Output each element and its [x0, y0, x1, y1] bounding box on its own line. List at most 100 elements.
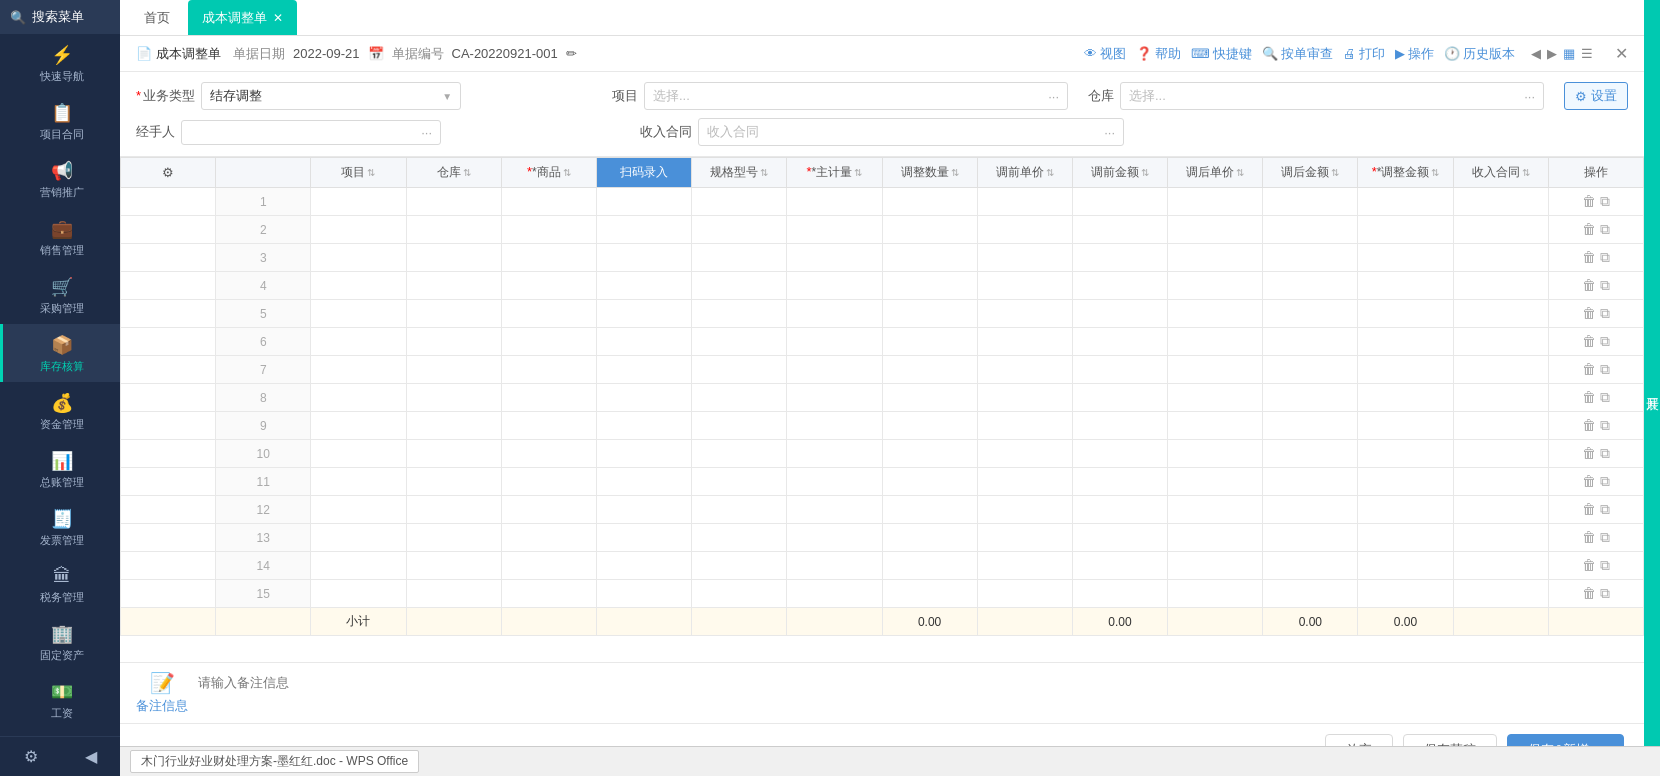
row-delete-5[interactable]: 🗑 — [1582, 305, 1596, 322]
list-icon[interactable]: ☰ — [1581, 46, 1593, 61]
sort-icon-before_amount[interactable]: ⇅ — [1141, 167, 1149, 178]
row-copy-15[interactable]: ⧉ — [1600, 585, 1610, 602]
row-copy-11[interactable]: ⧉ — [1600, 473, 1610, 490]
action-view[interactable]: 👁视图 — [1084, 45, 1126, 63]
row-copy-8[interactable]: ⧉ — [1600, 389, 1610, 406]
action-help[interactable]: ❓帮助 — [1136, 45, 1181, 63]
row-delete-12[interactable]: 🗑 — [1582, 501, 1596, 518]
sort-icon-after_amount[interactable]: ⇅ — [1331, 167, 1339, 178]
row-copy-4[interactable]: ⧉ — [1600, 277, 1610, 294]
sort-icon-qty[interactable]: ⇅ — [951, 167, 959, 178]
sidebar-item-quick-nav[interactable]: ⚡快速导航 — [0, 34, 120, 92]
row-copy-14[interactable]: ⧉ — [1600, 557, 1610, 574]
row-copy-2[interactable]: ⧉ — [1600, 221, 1610, 238]
col-header-adjust_amount[interactable]: **调整金额⇅ — [1358, 158, 1453, 188]
sidebar-item-project-contract[interactable]: 📋项目合同 — [0, 92, 120, 150]
cell-7-operation[interactable]: 🗑⧉ — [1548, 356, 1643, 384]
col-header-unit[interactable]: **主计量⇅ — [787, 158, 882, 188]
sidebar-item-fund-mgmt[interactable]: 💰资金管理 — [0, 382, 120, 440]
sort-icon-adjust_amount[interactable]: ⇅ — [1431, 167, 1439, 178]
cell-9-operation[interactable]: 🗑⧉ — [1548, 412, 1643, 440]
row-delete-3[interactable]: 🗑 — [1582, 249, 1596, 266]
biz-type-input[interactable]: 结存调整 ▼ — [201, 82, 461, 110]
collapse-icon[interactable]: ◀ — [85, 747, 97, 766]
settings-col-icon[interactable]: ⚙ — [162, 165, 174, 180]
row-delete-9[interactable]: 🗑 — [1582, 417, 1596, 434]
remarks-input[interactable] — [198, 671, 1628, 694]
row-delete-1[interactable]: 🗑 — [1582, 193, 1596, 210]
sort-icon-project[interactable]: ⇅ — [367, 167, 375, 178]
sort-icon-spec[interactable]: ⇅ — [760, 167, 768, 178]
row-delete-10[interactable]: 🗑 — [1582, 445, 1596, 462]
row-delete-6[interactable]: 🗑 — [1582, 333, 1596, 350]
sort-icon-before_price[interactable]: ⇅ — [1046, 167, 1054, 178]
row-copy-9[interactable]: ⧉ — [1600, 417, 1610, 434]
row-copy-6[interactable]: ⧉ — [1600, 333, 1610, 350]
nav-next-icon[interactable]: ▶ — [1547, 46, 1557, 61]
cell-4-operation[interactable]: 🗑⧉ — [1548, 272, 1643, 300]
sidebar-item-sales-promo[interactable]: 📢营销推广 — [0, 150, 120, 208]
row-delete-8[interactable]: 🗑 — [1582, 389, 1596, 406]
sort-icon-after_price[interactable]: ⇅ — [1236, 167, 1244, 178]
taskbar-item[interactable]: 木门行业好业财处理方案-墨红红.doc - WPS Office — [130, 750, 419, 773]
row-copy-7[interactable]: ⧉ — [1600, 361, 1610, 378]
col-header-income[interactable]: 收入合同⇅ — [1453, 158, 1548, 188]
col-header-warehouse[interactable]: 仓库⇅ — [406, 158, 501, 188]
row-copy-13[interactable]: ⧉ — [1600, 529, 1610, 546]
cell-2-operation[interactable]: 🗑⧉ — [1548, 216, 1643, 244]
agent-input[interactable]: ··· — [181, 120, 441, 145]
sidebar-item-invoice-mgmt[interactable]: 🧾发票管理 — [0, 498, 120, 556]
close-button[interactable]: ✕ — [1615, 44, 1628, 63]
col-header-row_num[interactable] — [216, 158, 311, 188]
col-header-goods[interactable]: **商品⇅ — [501, 158, 596, 188]
row-delete-15[interactable]: 🗑 — [1582, 585, 1596, 602]
col-header-qty[interactable]: 调整数量⇅ — [882, 158, 977, 188]
sidebar-item-payroll[interactable]: 💵工资 — [0, 671, 120, 729]
right-edge-tab[interactable]: 展开 — [1644, 0, 1660, 776]
tab-home[interactable]: 首页 — [130, 0, 184, 35]
tab-close-cost-adjust[interactable]: ✕ — [273, 11, 283, 25]
row-delete-2[interactable]: 🗑 — [1582, 221, 1596, 238]
sidebar-item-biz-mgmt[interactable]: 📈经营管理 — [0, 729, 120, 736]
sidebar-item-inventory[interactable]: 📦库存核算 — [0, 324, 120, 382]
cell-14-operation[interactable]: 🗑⧉ — [1548, 552, 1643, 580]
row-copy-5[interactable]: ⧉ — [1600, 305, 1610, 322]
sort-icon-unit[interactable]: ⇅ — [854, 167, 862, 178]
action-shortcut[interactable]: ⌨快捷键 — [1191, 45, 1252, 63]
col-header-project[interactable]: 项目⇅ — [311, 158, 406, 188]
cell-10-operation[interactable]: 🗑⧉ — [1548, 440, 1643, 468]
sidebar-item-ledger-mgmt[interactable]: 📊总账管理 — [0, 440, 120, 498]
cell-11-operation[interactable]: 🗑⧉ — [1548, 468, 1643, 496]
settings-button[interactable]: ⚙ 设置 — [1564, 82, 1628, 110]
cell-6-operation[interactable]: 🗑⧉ — [1548, 328, 1643, 356]
cell-5-operation[interactable]: 🗑⧉ — [1548, 300, 1643, 328]
sort-icon-goods[interactable]: ⇅ — [563, 167, 571, 178]
col-header-before_amount[interactable]: 调前金额⇅ — [1072, 158, 1167, 188]
row-copy-12[interactable]: ⧉ — [1600, 501, 1610, 518]
col-header-spec[interactable]: 规格型号⇅ — [692, 158, 787, 188]
nav-prev-icon[interactable]: ◀ — [1531, 46, 1541, 61]
cell-13-operation[interactable]: 🗑⧉ — [1548, 524, 1643, 552]
warehouse-input[interactable]: 选择... ··· — [1120, 82, 1544, 110]
action-print[interactable]: 🖨打印 — [1343, 45, 1385, 63]
sidebar-item-tax-mgmt[interactable]: 🏛税务管理 — [0, 556, 120, 613]
sort-icon-warehouse[interactable]: ⇅ — [463, 167, 471, 178]
cell-8-operation[interactable]: 🗑⧉ — [1548, 384, 1643, 412]
tab-cost-adjust[interactable]: 成本调整单✕ — [188, 0, 297, 35]
col-header-after_amount[interactable]: 调后金额⇅ — [1263, 158, 1358, 188]
col-header-scan[interactable]: 扫码录入 — [596, 158, 691, 188]
sort-icon-income[interactable]: ⇅ — [1522, 167, 1530, 178]
row-copy-10[interactable]: ⧉ — [1600, 445, 1610, 462]
action-review[interactable]: 🔍按单审查 — [1262, 45, 1333, 63]
cell-12-operation[interactable]: 🗑⧉ — [1548, 496, 1643, 524]
row-delete-13[interactable]: 🗑 — [1582, 529, 1596, 546]
row-delete-11[interactable]: 🗑 — [1582, 473, 1596, 490]
sidebar-search[interactable]: 🔍 搜索菜单 — [0, 0, 120, 34]
col-header-before_price[interactable]: 调前单价⇅ — [977, 158, 1072, 188]
row-copy-1[interactable]: ⧉ — [1600, 193, 1610, 210]
cell-15-operation[interactable]: 🗑⧉ — [1548, 580, 1643, 608]
cell-3-operation[interactable]: 🗑⧉ — [1548, 244, 1643, 272]
grid-icon[interactable]: ▦ — [1563, 46, 1575, 61]
action-history[interactable]: 🕐历史版本 — [1444, 45, 1515, 63]
sidebar-item-purchase-mgmt[interactable]: 🛒采购管理 — [0, 266, 120, 324]
